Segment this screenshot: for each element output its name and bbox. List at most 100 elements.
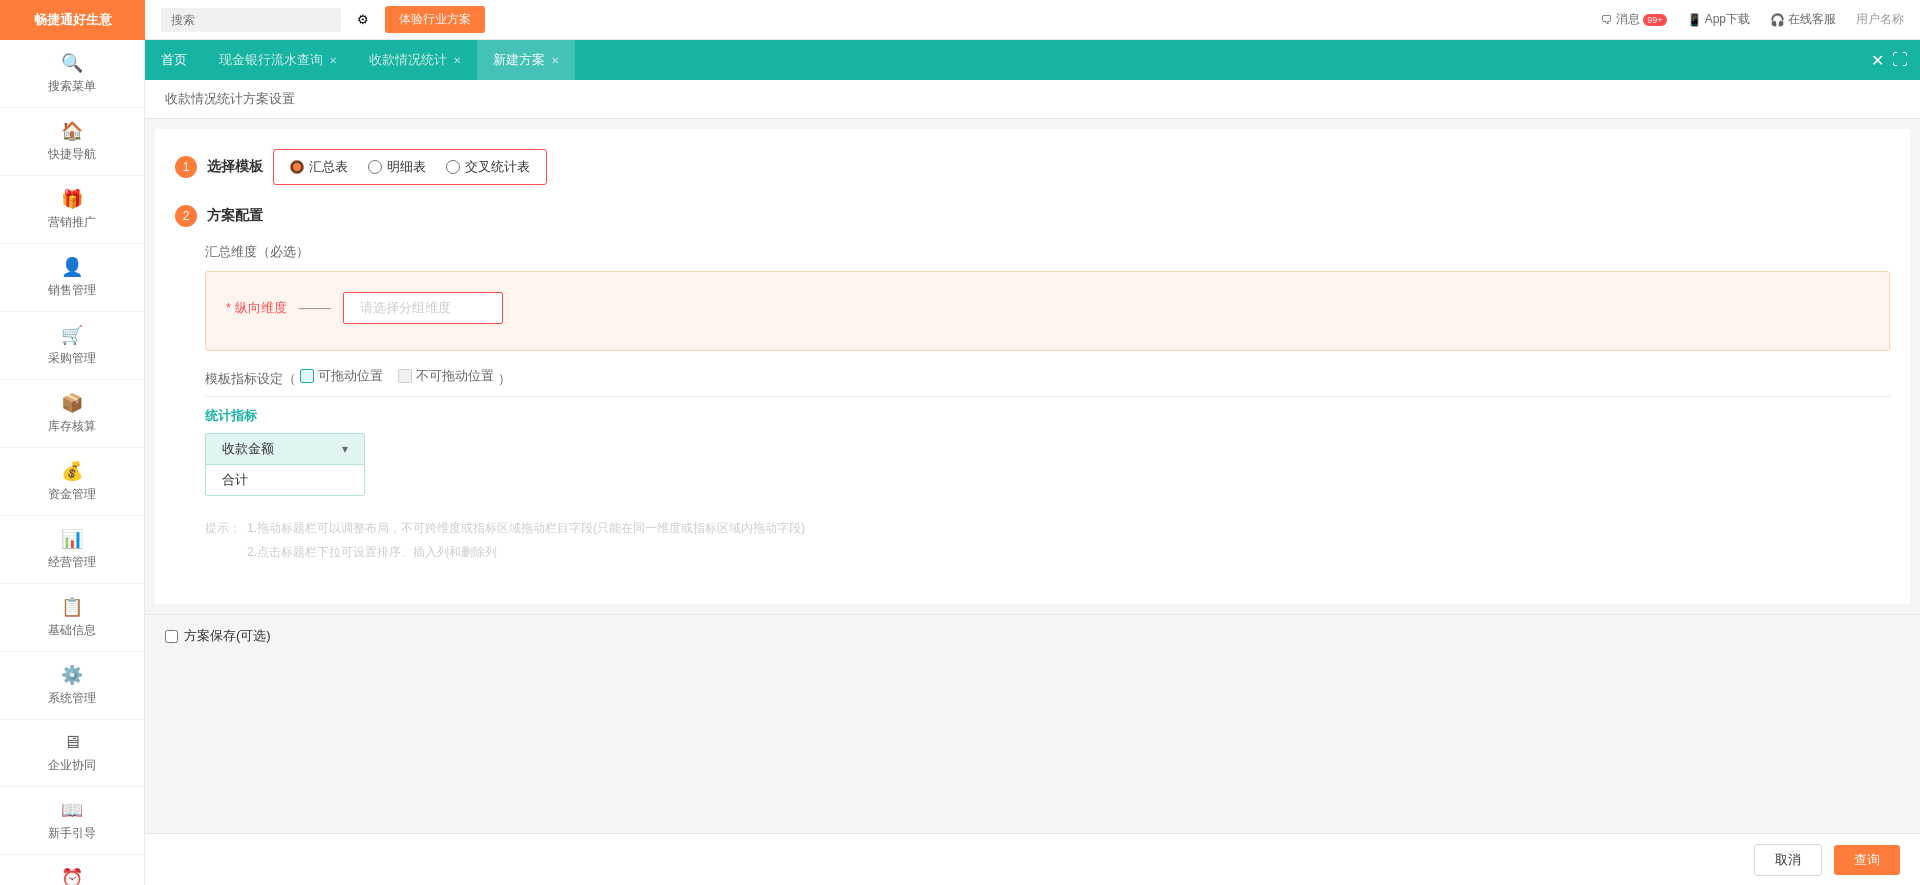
sidebar-item-hardware[interactable]: ⏰ 智能硬件 bbox=[0, 855, 144, 885]
online-support-label: 在线客服 bbox=[1788, 11, 1836, 28]
tab-bar: 首页 现金银行流水查询 ✕ 收款情况统计 ✕ 新建方案 ✕ ✕ ⛶ bbox=[145, 40, 1920, 80]
tab-right-icons: ✕ ⛶ bbox=[1871, 51, 1920, 70]
stats-table-header[interactable]: 收款金额 ▾ bbox=[206, 434, 364, 465]
tab-home[interactable]: 首页 bbox=[145, 40, 203, 80]
sidebar-label-operation: 经营管理 bbox=[48, 554, 96, 571]
money-icon: 💰 bbox=[61, 460, 83, 482]
cancel-button[interactable]: 取消 bbox=[1754, 844, 1822, 876]
sidebar-item-nav[interactable]: 🏠 快捷导航 bbox=[0, 108, 144, 176]
sidebar-label-nav: 快捷导航 bbox=[48, 146, 96, 163]
bottom-save-area: 方案保存(可选) bbox=[145, 614, 1920, 657]
sidebar-item-marketing[interactable]: 🎁 营销推广 bbox=[0, 176, 144, 244]
online-support-btn[interactable]: 🎧 在线客服 bbox=[1770, 11, 1836, 28]
non-draggable-label: 不可拖动位置 bbox=[416, 367, 494, 385]
query-button[interactable]: 查询 bbox=[1834, 845, 1900, 875]
close-window-icon[interactable]: ✕ bbox=[1871, 51, 1884, 70]
sidebar-item-purchase[interactable]: 🛒 采购管理 bbox=[0, 312, 144, 380]
username: 用户名称 bbox=[1856, 11, 1904, 28]
app-download-label: App下载 bbox=[1705, 11, 1750, 28]
radio-detail-input[interactable] bbox=[368, 160, 382, 174]
sidebar-item-guide[interactable]: 📖 新手引导 bbox=[0, 787, 144, 855]
draggable-label: 可拖动位置 bbox=[318, 367, 383, 385]
dimension-area: * 纵向维度 —— 请选择分组维度 bbox=[205, 271, 1890, 351]
tips-title: 提示： bbox=[205, 516, 241, 540]
dimension-select[interactable]: 请选择分组维度 bbox=[343, 292, 503, 324]
app-download-btn[interactable]: 📱 App下载 bbox=[1687, 11, 1750, 28]
sidebar-label-marketing: 营销推广 bbox=[48, 214, 96, 231]
section2-body: 汇总维度（必选） * 纵向维度 —— 请选择分组维度 bbox=[175, 243, 1890, 564]
tab-cashflow[interactable]: 现金银行流水查询 ✕ bbox=[203, 40, 353, 80]
settings-icon: ⚙️ bbox=[61, 664, 83, 686]
step2-header: 2 方案配置 bbox=[175, 205, 1890, 227]
tab-cashflow-label: 现金银行流水查询 bbox=[219, 51, 323, 69]
sidebar-item-basic[interactable]: 📋 基础信息 bbox=[0, 584, 144, 652]
non-draggable-badge-box bbox=[398, 369, 412, 383]
logo-text: 畅捷通好生意 bbox=[34, 11, 112, 29]
gear-icon[interactable]: ⚙ bbox=[357, 12, 369, 27]
tab-cashflow-close[interactable]: ✕ bbox=[329, 55, 337, 66]
industry-btn[interactable]: 体验行业方案 bbox=[385, 6, 485, 33]
indicator-header: 模板指标设定（ 可拖动位置 不可拖动位置 bbox=[205, 367, 1890, 397]
support-icon: 🎧 bbox=[1770, 13, 1785, 27]
tab-home-label: 首页 bbox=[161, 51, 187, 69]
sidebar-item-system[interactable]: ⚙️ 系统管理 bbox=[0, 652, 144, 720]
indicator-settings-label: 模板指标设定（ 可拖动位置 不可拖动位置 bbox=[205, 367, 511, 388]
radio-detail-label: 明细表 bbox=[387, 158, 426, 176]
sidebar-label-system: 系统管理 bbox=[48, 690, 96, 707]
hardware-icon: ⏰ bbox=[61, 867, 83, 885]
download-icon: 📱 bbox=[1687, 13, 1702, 27]
top-right-bar: ⚙ 体验行业方案 🗨 消息 99+ 📱 App下载 🎧 在线客服 用户名称 bbox=[145, 6, 1920, 33]
tab-receipt-stats-close[interactable]: ✕ bbox=[453, 55, 461, 66]
save-checkbox-label[interactable]: 方案保存(可选) bbox=[165, 627, 271, 645]
sidebar-label-inventory: 库存核算 bbox=[48, 418, 96, 435]
sidebar-item-search[interactable]: 🔍 搜索菜单 bbox=[0, 40, 144, 108]
save-label-text: 方案保存(可选) bbox=[184, 627, 271, 645]
tab-receipt-stats[interactable]: 收款情况统计 ✕ bbox=[353, 40, 477, 80]
main-layout: 🔍 搜索菜单 🏠 快捷导航 🎁 营销推广 👤 销售管理 🛒 采购管理 📦 库存核… bbox=[0, 40, 1920, 885]
logo-area: 畅捷通好生意 bbox=[0, 0, 145, 40]
summary-dimension-title: 汇总维度（必选） bbox=[205, 243, 1890, 261]
sidebar-item-enterprise[interactable]: 🖥 企业协同 bbox=[0, 720, 144, 787]
enterprise-icon: 🖥 bbox=[63, 732, 81, 753]
page-title-bar: 收款情况统计方案设置 bbox=[145, 80, 1920, 119]
tab-receipt-stats-label: 收款情况统计 bbox=[369, 51, 447, 69]
radio-summary-label: 汇总表 bbox=[309, 158, 348, 176]
sidebar-label-search: 搜索菜单 bbox=[48, 78, 96, 95]
maximize-icon[interactable]: ⛶ bbox=[1892, 51, 1908, 69]
step1-header: 1 选择模板 汇总表 明细表 bbox=[175, 149, 1890, 185]
radio-cross-label: 交叉统计表 bbox=[465, 158, 530, 176]
indicator-settings: 模板指标设定（ 可拖动位置 不可拖动位置 bbox=[205, 367, 1890, 496]
sidebar: 🔍 搜索菜单 🏠 快捷导航 🎁 营销推广 👤 销售管理 🛒 采购管理 📦 库存核… bbox=[0, 40, 145, 885]
sidebar-item-sales[interactable]: 👤 销售管理 bbox=[0, 244, 144, 312]
tips-area: 提示： 1.拖动标题栏可以调整布局，不可跨维度或指标区域拖动栏目字段(只能在同一… bbox=[205, 516, 1890, 564]
radio-cross[interactable]: 交叉统计表 bbox=[446, 158, 530, 176]
sidebar-item-inventory[interactable]: 📦 库存核算 bbox=[0, 380, 144, 448]
gift-icon: 🎁 bbox=[61, 188, 83, 210]
step2-section: 2 方案配置 汇总维度（必选） * 纵向维度 —— 请选择分组维度 bbox=[175, 205, 1890, 564]
cart-icon: 🛒 bbox=[61, 324, 83, 346]
form-container: 1 选择模板 汇总表 明细表 bbox=[155, 129, 1910, 604]
search-input[interactable] bbox=[161, 8, 341, 32]
save-checkbox[interactable] bbox=[165, 630, 178, 643]
sidebar-item-finance[interactable]: 💰 资金管理 bbox=[0, 448, 144, 516]
tab-new-plan-close[interactable]: ✕ bbox=[551, 55, 559, 66]
radio-summary-input[interactable] bbox=[290, 160, 304, 174]
sidebar-item-operation[interactable]: 📊 经营管理 bbox=[0, 516, 144, 584]
radio-summary[interactable]: 汇总表 bbox=[290, 158, 348, 176]
message-icon: 🗨 bbox=[1601, 13, 1613, 27]
stats-header-text: 收款金额 bbox=[222, 440, 274, 458]
stats-dropdown-icon[interactable]: ▾ bbox=[342, 442, 348, 456]
book-icon: 📖 bbox=[61, 799, 83, 821]
stats-table: 收款金额 ▾ 合计 bbox=[205, 433, 365, 496]
tab-new-plan[interactable]: 新建方案 ✕ bbox=[477, 40, 575, 80]
sidebar-label-guide: 新手引导 bbox=[48, 825, 96, 842]
radio-detail[interactable]: 明细表 bbox=[368, 158, 426, 176]
tip-line-1: 提示： 1.拖动标题栏可以调整布局，不可跨维度或指标区域拖动栏目字段(只能在同一… bbox=[205, 516, 1890, 540]
page-content: 收款情况统计方案设置 1 选择模板 汇总表 bbox=[145, 80, 1920, 833]
dimension-row: * 纵向维度 —— 请选择分组维度 bbox=[226, 292, 1869, 324]
radio-cross-input[interactable] bbox=[446, 160, 460, 174]
messages-btn[interactable]: 🗨 消息 99+ bbox=[1601, 11, 1666, 28]
stats-section: 统计指标 收款金额 ▾ 合计 bbox=[205, 407, 1890, 496]
step1-title: 选择模板 bbox=[207, 158, 263, 176]
step1-num: 1 bbox=[175, 156, 197, 178]
